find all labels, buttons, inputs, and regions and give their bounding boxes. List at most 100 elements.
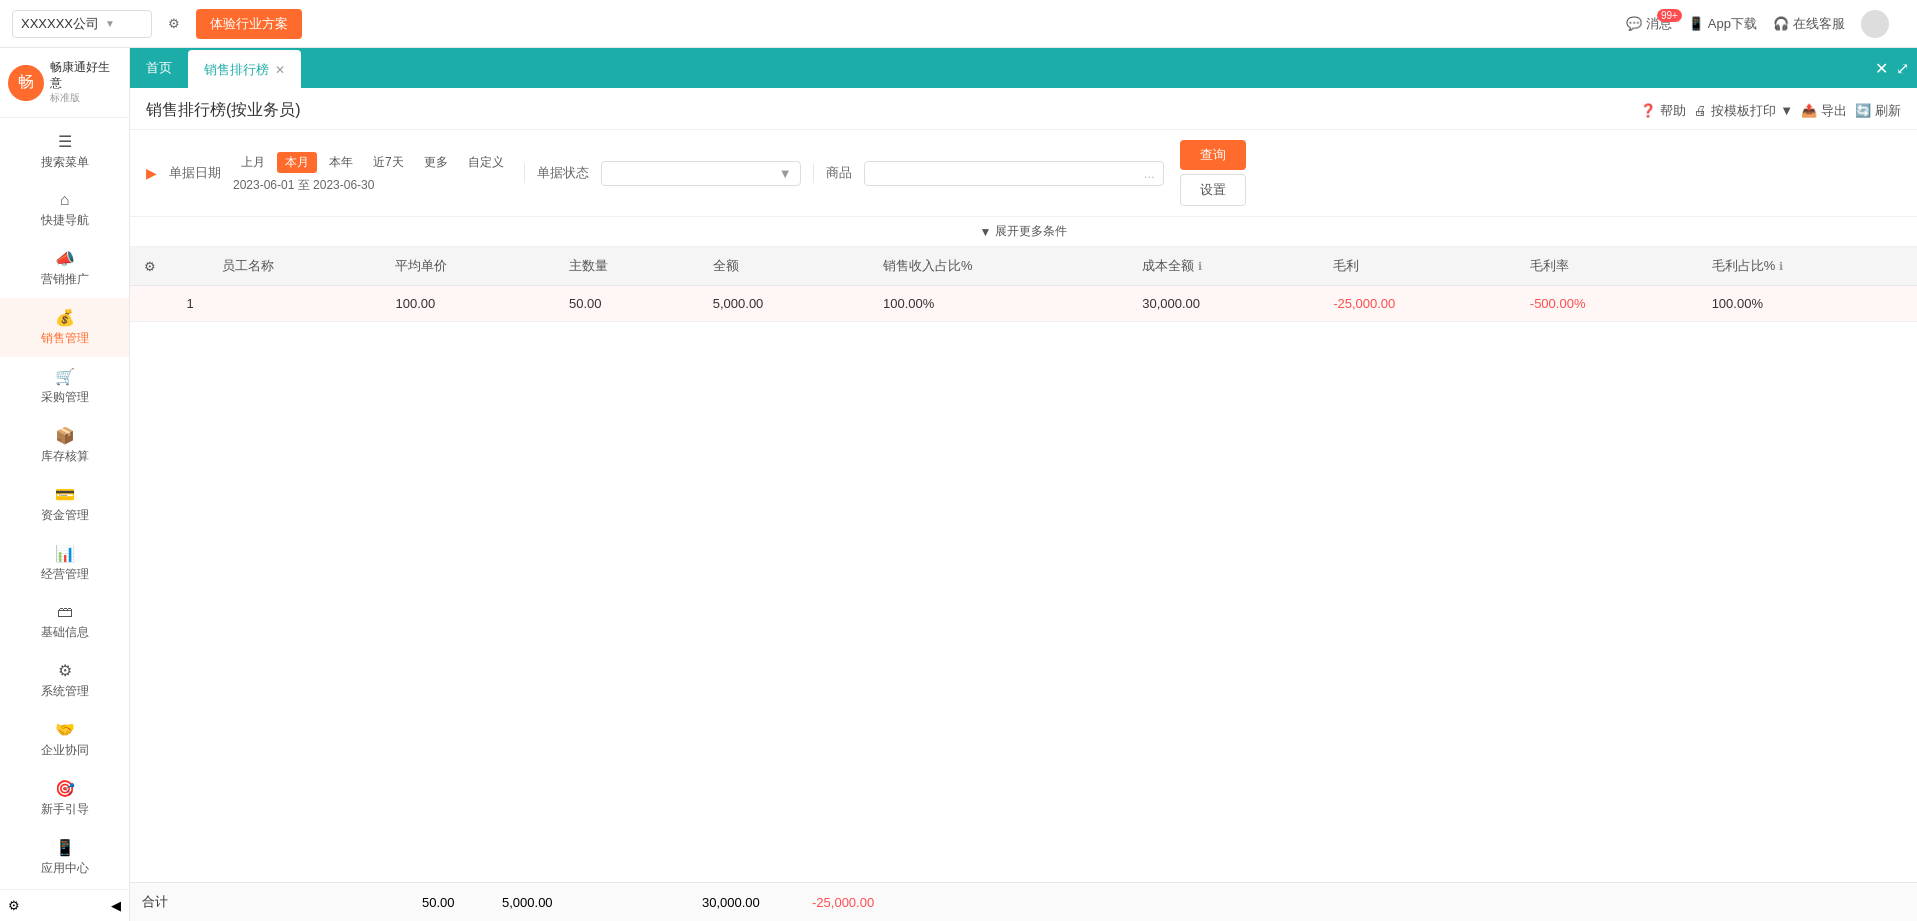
col-cost: 成本全额 ℹ <box>1130 247 1321 286</box>
content-area: 首页 销售排行榜 ✕ ✕ ⤢ 销售排行榜(按业务员) <box>130 48 1917 921</box>
table-container: ⚙ 员工名称 平均单价 主数量 全额 销售收入占比% 成本全额 <box>130 247 1917 882</box>
system-icon: ⚙ <box>58 661 72 680</box>
window-close-icon[interactable]: ✕ <box>1875 59 1888 78</box>
col-gross-pct: 毛利占比% ℹ <box>1700 247 1917 286</box>
download-icon: 📱 <box>1688 16 1704 31</box>
sidebar-item-inventory[interactable]: 📦 库存核算 <box>0 416 129 475</box>
col-settings[interactable]: ⚙ <box>130 247 170 286</box>
page-title: 销售排行榜(按业务员) <box>146 100 301 121</box>
table-body: 1 100.00 50.00 5,000.00 100.00% 30,000.0… <box>130 286 1917 322</box>
sales-icon: 💰 <box>55 308 75 327</box>
sidebar-item-cooperation[interactable]: 🤝 企业协同 <box>0 710 129 769</box>
date-tab-last-7-days[interactable]: 近7天 <box>365 152 412 173</box>
sidebar-item-search-order[interactable]: ☰ 搜索菜单 <box>0 122 129 181</box>
row-sales-pct: 100.00% <box>871 286 1130 322</box>
main-area: 畅 畅康通好生意 标准版 ☰ 搜索菜单 ⌂ 快捷导航 📣 营销推广 <box>0 48 1917 921</box>
table-header-row: ⚙ 员工名称 平均单价 主数量 全额 销售收入占比% 成本全额 <box>130 247 1917 286</box>
sidebar-item-basic[interactable]: 🗃 基础信息 <box>0 593 129 651</box>
logo-text-block: 畅康通好生意 标准版 <box>50 60 121 105</box>
cost-info-icon[interactable]: ℹ <box>1198 260 1202 272</box>
tab-home[interactable]: 首页 <box>130 48 188 88</box>
help-icon: ❓ <box>1640 103 1656 118</box>
logo-char: 畅 <box>18 72 34 93</box>
col-employee: 员工名称 <box>210 247 383 286</box>
filter-expand-arrow[interactable]: ▶ <box>146 165 157 181</box>
data-table: ⚙ 员工名称 平均单价 主数量 全额 销售收入占比% 成本全额 <box>130 247 1917 322</box>
col-sales-pct: 销售收入占比% <box>871 247 1130 286</box>
inventory-icon: 📦 <box>55 426 75 445</box>
col-gross: 毛利 <box>1321 247 1518 286</box>
goods-input[interactable]: ... <box>864 161 1164 186</box>
app-container: XXXXXX公司 ▼ ⚙ 体验行业方案 💬 消息 99+ 📱 App下载 🎧 在… <box>0 0 1917 921</box>
footer-amount: 5,000.00 <box>502 895 602 910</box>
sidebar-collapse-icon[interactable]: ◀ <box>111 898 121 913</box>
logo-badge: 标准版 <box>50 91 121 105</box>
setting-button[interactable]: 设置 <box>1180 174 1246 206</box>
row-rank: 1 <box>170 286 210 322</box>
notification-button[interactable]: 💬 消息 99+ <box>1626 15 1672 33</box>
cooperation-icon: 🤝 <box>55 720 75 739</box>
company-name: XXXXXX公司 <box>21 15 99 33</box>
sidebar-item-guide[interactable]: 🎯 新手引导 <box>0 769 129 828</box>
date-tab-this-year[interactable]: 本年 <box>321 152 361 173</box>
chevron-down-icon: ▼ <box>105 18 115 29</box>
tab-bar-controls: ✕ ⤢ <box>1875 59 1917 78</box>
row-gross-rate: -500.00% <box>1518 286 1700 322</box>
row-employee <box>210 286 383 322</box>
window-maximize-icon[interactable]: ⤢ <box>1896 59 1909 78</box>
date-tab-custom[interactable]: 自定义 <box>460 152 512 173</box>
nav-label-app: 应用中心 <box>41 860 89 877</box>
row-avg-price: 100.00 <box>383 286 556 322</box>
sidebar-item-finance[interactable]: 💳 资金管理 <box>0 475 129 534</box>
message-icon: 💬 <box>1626 16 1642 31</box>
date-tab-more[interactable]: 更多 <box>416 152 456 173</box>
avatar[interactable] <box>1861 10 1889 38</box>
nav-label-operation: 经营管理 <box>41 566 89 583</box>
expand-down-icon: ▼ <box>980 225 992 239</box>
app-download-button[interactable]: 📱 App下载 <box>1688 15 1757 33</box>
print-icon: 🖨 <box>1694 103 1707 118</box>
industry-button[interactable]: 体验行业方案 <box>196 9 302 39</box>
sidebar-item-sales[interactable]: 💰 销售管理 <box>0 298 129 357</box>
help-button[interactable]: ❓ 帮助 <box>1640 102 1686 120</box>
online-service-button[interactable]: 🎧 在线客服 <box>1773 15 1845 33</box>
date-tab-this-month[interactable]: 本月 <box>277 152 317 173</box>
row-amount: 5,000.00 <box>701 286 871 322</box>
gross-pct-info-icon[interactable]: ℹ <box>1779 260 1783 272</box>
nav-label-inventory: 库存核算 <box>41 448 89 465</box>
nav-label-finance: 资金管理 <box>41 507 89 524</box>
tab-sales-ranking-label: 销售排行榜 <box>204 61 269 79</box>
date-range-display: 2023-06-01 至 2023-06-30 <box>233 177 512 194</box>
nav-label-guide: 新手引导 <box>41 801 89 818</box>
sidebar-item-quick-nav[interactable]: ⌂ 快捷导航 <box>0 181 129 239</box>
date-tab-last-month[interactable]: 上月 <box>233 152 273 173</box>
row-settings <box>130 286 170 322</box>
date-filter-block: 上月 本月 本年 近7天 更多 自定义 2023-06-01 至 2023-06… <box>233 152 512 194</box>
nav-label-marketing: 营销推广 <box>41 271 89 288</box>
col-gross-rate: 毛利率 <box>1518 247 1700 286</box>
expand-bar[interactable]: ▼ 展开更多条件 <box>130 217 1917 247</box>
print-button[interactable]: 🖨 按模板打印 ▼ <box>1694 102 1793 120</box>
footer-gross: -25,000.00 <box>812 895 922 910</box>
sidebar-item-system[interactable]: ⚙ 系统管理 <box>0 651 129 710</box>
sidebar-item-purchase[interactable]: 🛒 采购管理 <box>0 357 129 416</box>
sidebar-item-operation[interactable]: 📊 经营管理 <box>0 534 129 593</box>
tab-close-icon[interactable]: ✕ <box>275 63 285 77</box>
query-button[interactable]: 查询 <box>1180 140 1246 170</box>
settings-icon-btn[interactable]: ⚙ <box>160 10 188 38</box>
sidebar-item-app[interactable]: 📱 应用中心 <box>0 828 129 887</box>
status-select[interactable]: ▼ <box>601 161 801 186</box>
marketing-icon: 📣 <box>55 249 75 268</box>
sidebar-item-marketing[interactable]: 📣 营销推广 <box>0 239 129 298</box>
sidebar-logo: 畅 畅康通好生意 标准版 <box>0 48 129 118</box>
col-rank <box>170 247 210 286</box>
nav-label-system: 系统管理 <box>41 683 89 700</box>
col-main-qty: 主数量 <box>557 247 701 286</box>
footer-main-qty: 50.00 <box>422 895 502 910</box>
company-selector[interactable]: XXXXXX公司 ▼ <box>12 10 152 38</box>
tab-sales-ranking[interactable]: 销售排行榜 ✕ <box>188 50 301 90</box>
sidebar-settings-icon[interactable]: ⚙ <box>8 898 20 913</box>
footer-label: 合计 <box>142 893 342 911</box>
export-button[interactable]: 📤 导出 <box>1801 102 1847 120</box>
refresh-button[interactable]: 🔄 刷新 <box>1855 102 1901 120</box>
